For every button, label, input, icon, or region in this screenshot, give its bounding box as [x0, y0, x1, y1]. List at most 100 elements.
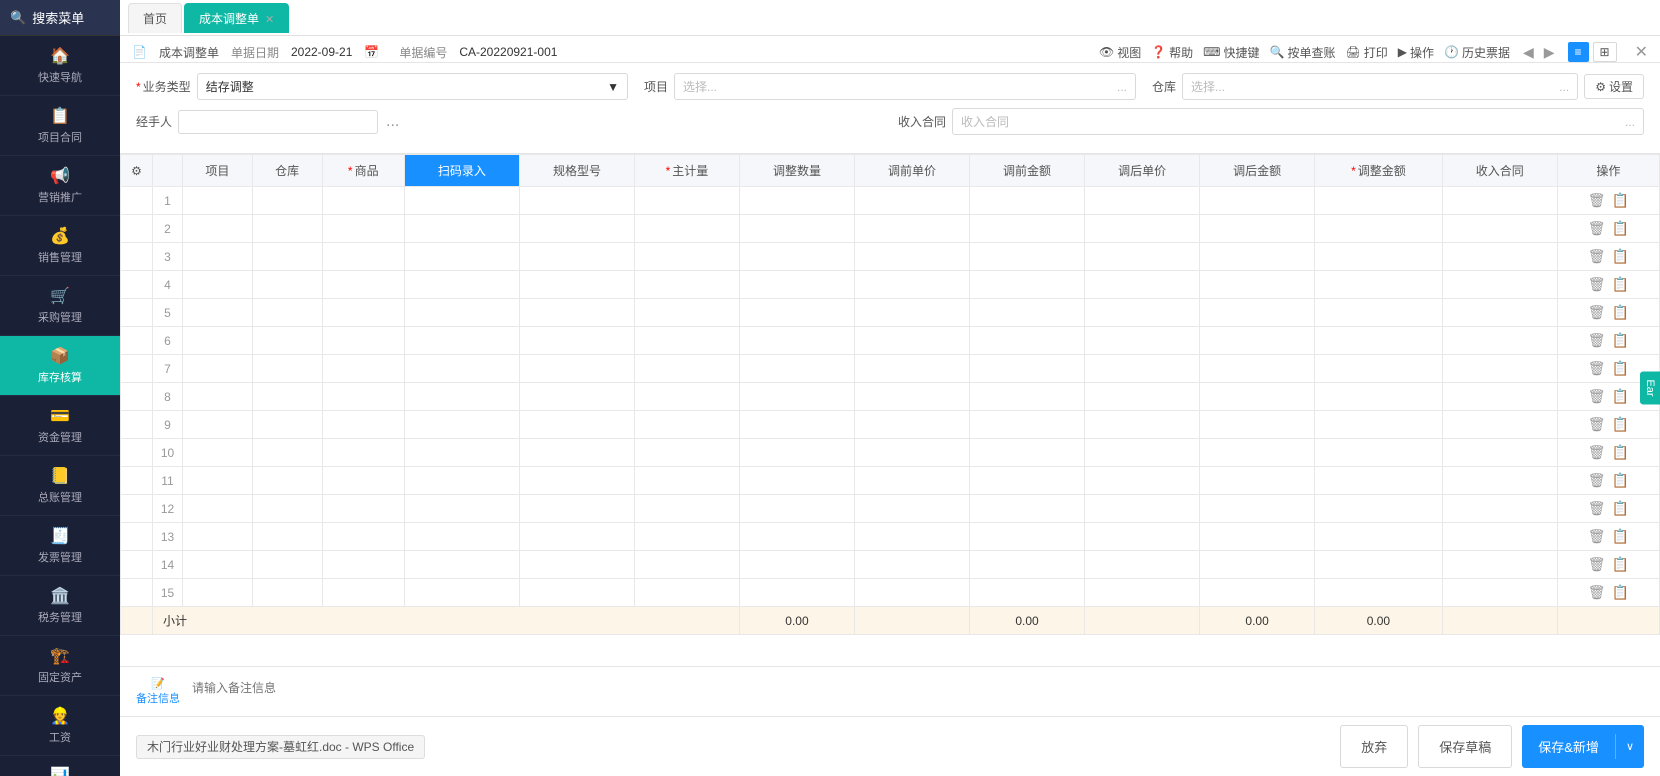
row-adjust-qty-5[interactable]: [739, 299, 854, 327]
remark-input[interactable]: [192, 677, 1644, 699]
row-prev-unit-price-8[interactable]: [855, 383, 970, 411]
sidebar-item-fixed-assets[interactable]: 🏗️ 固定资产: [0, 636, 120, 696]
sidebar-item-purchase-mgmt[interactable]: 🛒 采购管理: [0, 276, 120, 336]
row-spec-4[interactable]: [519, 271, 634, 299]
row-delete-14[interactable]: 🗑: [1588, 556, 1606, 573]
row-spec-7[interactable]: [519, 355, 634, 383]
right-tab[interactable]: Ear: [1640, 371, 1660, 404]
row-delete-2[interactable]: 🗑: [1588, 220, 1606, 237]
row-prev-unit-price-13[interactable]: [855, 523, 970, 551]
row-after-amount-1[interactable]: [1200, 187, 1315, 215]
row-unit-11[interactable]: [634, 467, 739, 495]
row-project-1[interactable]: [183, 187, 253, 215]
row-adjust-amount-15[interactable]: [1315, 579, 1443, 607]
row-unit-13[interactable]: [634, 523, 739, 551]
row-product-13[interactable]: [322, 523, 404, 551]
row-prev-unit-price-12[interactable]: [855, 495, 970, 523]
save-new-arrow[interactable]: ∨: [1615, 734, 1644, 759]
row-scan-13[interactable]: [404, 523, 519, 551]
sidebar-item-ledger-mgmt[interactable]: 📒 总账管理: [0, 456, 120, 516]
row-after-unit-price-14[interactable]: [1085, 551, 1200, 579]
row-delete-10[interactable]: 🗑: [1588, 444, 1606, 461]
row-project-7[interactable]: [183, 355, 253, 383]
row-unit-1[interactable]: [634, 187, 739, 215]
row-adjust-qty-15[interactable]: [739, 579, 854, 607]
row-after-amount-5[interactable]: [1200, 299, 1315, 327]
sidebar-item-quick-nav[interactable]: 🏠 快速导航: [0, 36, 120, 96]
row-product-15[interactable]: [322, 579, 404, 607]
row-warehouse-2[interactable]: [252, 215, 322, 243]
row-warehouse-13[interactable]: [252, 523, 322, 551]
row-after-amount-11[interactable]: [1200, 467, 1315, 495]
row-prev-unit-price-10[interactable]: [855, 439, 970, 467]
project-input[interactable]: 选择... ...: [674, 73, 1136, 100]
row-spec-11[interactable]: [519, 467, 634, 495]
row-adjust-qty-11[interactable]: [739, 467, 854, 495]
header-action-history[interactable]: 🕐 历史票据: [1444, 44, 1510, 61]
row-copy-9[interactable]: 📋: [1612, 416, 1629, 433]
abandon-button[interactable]: 放弃: [1340, 725, 1408, 768]
row-after-amount-4[interactable]: [1200, 271, 1315, 299]
row-spec-1[interactable]: [519, 187, 634, 215]
row-adjust-qty-7[interactable]: [739, 355, 854, 383]
row-copy-4[interactable]: 📋: [1612, 276, 1629, 293]
row-after-amount-9[interactable]: [1200, 411, 1315, 439]
sidebar-search[interactable]: 🔍 搜索菜单: [0, 0, 120, 36]
row-spec-6[interactable]: [519, 327, 634, 355]
row-income-contract-5[interactable]: [1442, 299, 1557, 327]
row-copy-10[interactable]: 📋: [1612, 444, 1629, 461]
row-adjust-amount-2[interactable]: [1315, 215, 1443, 243]
row-product-7[interactable]: [322, 355, 404, 383]
row-project-5[interactable]: [183, 299, 253, 327]
row-scan-3[interactable]: [404, 243, 519, 271]
row-product-12[interactable]: [322, 495, 404, 523]
row-scan-9[interactable]: [404, 411, 519, 439]
row-warehouse-15[interactable]: [252, 579, 322, 607]
row-adjust-qty-12[interactable]: [739, 495, 854, 523]
row-prev-amount-10[interactable]: [970, 439, 1085, 467]
row-adjust-amount-4[interactable]: [1315, 271, 1443, 299]
row-prev-unit-price-6[interactable]: [855, 327, 970, 355]
row-income-contract-15[interactable]: [1442, 579, 1557, 607]
row-copy-8[interactable]: 📋: [1612, 388, 1629, 405]
row-after-unit-price-8[interactable]: [1085, 383, 1200, 411]
row-project-12[interactable]: [183, 495, 253, 523]
row-spec-12[interactable]: [519, 495, 634, 523]
row-warehouse-5[interactable]: [252, 299, 322, 327]
row-after-unit-price-13[interactable]: [1085, 523, 1200, 551]
row-scan-15[interactable]: [404, 579, 519, 607]
tab-cost-adjust[interactable]: 成本调整单✕: [184, 3, 289, 33]
row-copy-6[interactable]: 📋: [1612, 332, 1629, 349]
row-project-15[interactable]: [183, 579, 253, 607]
sidebar-item-ops-mgmt[interactable]: 📊 经营管理: [0, 756, 120, 776]
row-income-contract-3[interactable]: [1442, 243, 1557, 271]
row-prev-amount-12[interactable]: [970, 495, 1085, 523]
row-delete-15[interactable]: 🗑: [1588, 584, 1606, 601]
row-adjust-qty-2[interactable]: [739, 215, 854, 243]
row-prev-unit-price-1[interactable]: [855, 187, 970, 215]
row-income-contract-9[interactable]: [1442, 411, 1557, 439]
nav-next[interactable]: ▶: [1541, 44, 1558, 61]
row-after-amount-3[interactable]: [1200, 243, 1315, 271]
row-after-unit-price-4[interactable]: [1085, 271, 1200, 299]
row-delete-3[interactable]: 🗑: [1588, 248, 1606, 265]
row-project-9[interactable]: [183, 411, 253, 439]
sidebar-item-payroll[interactable]: 👷 工资: [0, 696, 120, 756]
row-unit-14[interactable]: [634, 551, 739, 579]
row-product-6[interactable]: [322, 327, 404, 355]
row-scan-7[interactable]: [404, 355, 519, 383]
row-income-contract-8[interactable]: [1442, 383, 1557, 411]
row-delete-11[interactable]: 🗑: [1588, 472, 1606, 489]
biz-type-dropdown[interactable]: 结存调整 ▼: [197, 73, 628, 100]
row-scan-1[interactable]: [404, 187, 519, 215]
row-product-8[interactable]: [322, 383, 404, 411]
row-adjust-qty-3[interactable]: [739, 243, 854, 271]
row-project-4[interactable]: [183, 271, 253, 299]
row-prev-unit-price-4[interactable]: [855, 271, 970, 299]
row-prev-unit-price-5[interactable]: [855, 299, 970, 327]
row-prev-amount-13[interactable]: [970, 523, 1085, 551]
sidebar-item-sales-mgmt[interactable]: 💰 销售管理: [0, 216, 120, 276]
row-delete-4[interactable]: 🗑: [1588, 276, 1606, 293]
row-adjust-qty-14[interactable]: [739, 551, 854, 579]
row-after-amount-13[interactable]: [1200, 523, 1315, 551]
